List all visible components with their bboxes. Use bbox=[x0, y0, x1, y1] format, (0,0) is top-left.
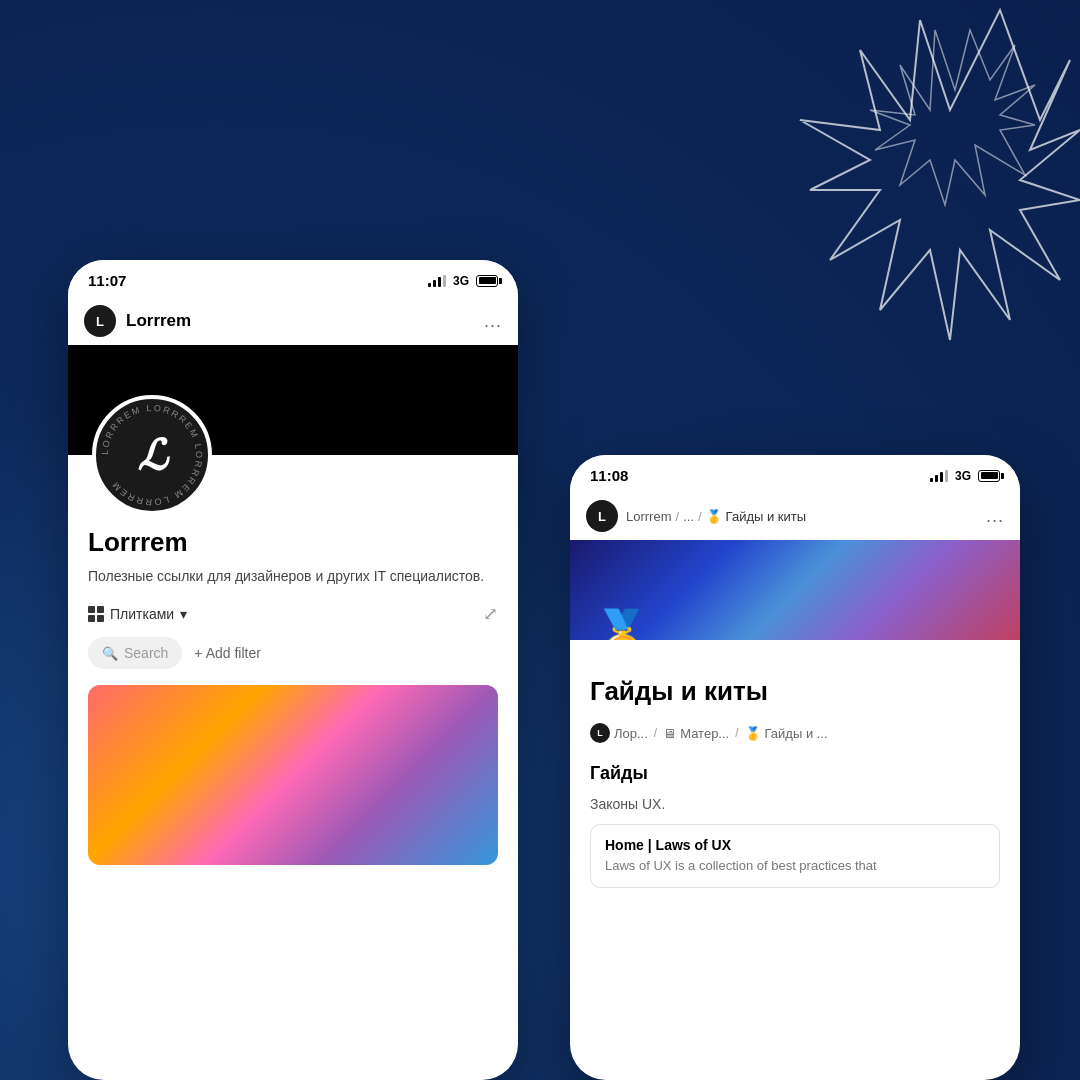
breadcrumb-dots: ... bbox=[683, 509, 694, 524]
card-image bbox=[88, 685, 498, 865]
mini-breadcrumb: L Лор... / 🖥 Матер... / 🥇 Гайды и ... bbox=[590, 723, 1000, 743]
section-title: Гайды и киты bbox=[590, 676, 1000, 707]
link-card[interactable]: Home | Laws of UX Laws of UX is a collec… bbox=[590, 824, 1000, 888]
mini-bc-guides: 🥇 Гайды и ... bbox=[745, 726, 828, 741]
signal-icon bbox=[428, 275, 446, 287]
search-placeholder: Search bbox=[124, 645, 168, 661]
phone-left: 11:07 3G L Lorrrem ... bbox=[68, 260, 518, 1080]
section-banner: 🥇 bbox=[570, 540, 1020, 640]
svg-rect-6 bbox=[97, 615, 104, 622]
guides-desc: Законы UX. bbox=[590, 796, 1000, 812]
view-toggle: Плитками ▾ ⤢ bbox=[88, 603, 498, 637]
profile-banner: LORRREM LORRREM LORRREM LORRREM ℒ bbox=[68, 345, 518, 455]
expand-icon[interactable]: ⤢ bbox=[483, 603, 498, 625]
guides-title: Гайды bbox=[590, 763, 1000, 784]
profile-logo: LORRREM LORRREM LORRREM LORRREM ℒ bbox=[92, 395, 212, 515]
app-header-right: L Lorrrem / ... / 🥇 Гайды и киты ... bbox=[570, 492, 1020, 540]
profile-desc: Полезные ссылки для дизайнеров и других … bbox=[88, 566, 498, 587]
mini-bc-avatar: L bbox=[590, 723, 610, 743]
view-tiles-button[interactable]: Плитками ▾ bbox=[88, 606, 187, 622]
network-right: 3G bbox=[955, 469, 971, 483]
avatar-right: L bbox=[586, 500, 618, 532]
breadcrumb-lorrrem: Lorrrem bbox=[626, 509, 672, 524]
battery-icon-left bbox=[476, 275, 498, 287]
more-button-left[interactable]: ... bbox=[484, 311, 502, 332]
app-header-left: L Lorrrem ... bbox=[68, 297, 518, 345]
logo-letter: ℒ bbox=[137, 431, 167, 480]
link-card-desc: Laws of UX is a collection of best pract… bbox=[605, 857, 985, 875]
signal-icon-right bbox=[930, 470, 948, 482]
profile-info: Lorrrem Полезные ссылки для дизайнеров и… bbox=[68, 455, 518, 889]
status-icons-left: 3G bbox=[428, 274, 498, 288]
search-input-wrap[interactable]: 🔍 Search bbox=[88, 637, 182, 669]
medal-icon: 🥇 bbox=[590, 607, 655, 640]
star-decoration bbox=[660, 0, 1080, 360]
grid-icon bbox=[88, 606, 104, 622]
svg-marker-1 bbox=[870, 30, 1035, 205]
banner-bg: 🥇 bbox=[570, 540, 1020, 640]
more-button-right[interactable]: ... bbox=[986, 506, 1004, 527]
svg-rect-4 bbox=[97, 606, 104, 613]
status-icons-right: 3G bbox=[930, 469, 1000, 483]
link-card-title: Home | Laws of UX bbox=[605, 837, 985, 853]
battery-icon-right bbox=[978, 470, 1000, 482]
breadcrumb-medal: 🥇 bbox=[706, 509, 722, 524]
app-title-left: Lorrrem bbox=[126, 311, 484, 331]
search-icon: 🔍 bbox=[102, 646, 118, 661]
time-right: 11:08 bbox=[590, 467, 628, 484]
add-filter-button[interactable]: + Add filter bbox=[194, 645, 261, 661]
avatar-left: L bbox=[84, 305, 116, 337]
svg-rect-5 bbox=[88, 615, 95, 622]
mini-bc-mater: 🖥 Матер... bbox=[663, 726, 729, 741]
phone-right: 11:08 3G L Lorrrem / ... / 🥇 Гайды bbox=[570, 455, 1020, 1080]
profile-name: Lorrrem bbox=[88, 527, 498, 558]
search-bar: 🔍 Search + Add filter bbox=[88, 637, 498, 685]
breadcrumb-nav: Lorrrem / ... / 🥇 Гайды и киты bbox=[626, 509, 986, 524]
network-left: 3G bbox=[453, 274, 469, 288]
svg-rect-3 bbox=[88, 606, 95, 613]
status-bar-right: 11:08 3G bbox=[570, 455, 1020, 492]
svg-marker-0 bbox=[800, 10, 1080, 340]
mini-bc-lorrrem: L Лор... bbox=[590, 723, 648, 743]
status-bar-left: 11:07 3G bbox=[68, 260, 518, 297]
gradient-preview bbox=[88, 685, 498, 865]
breadcrumb-guides: Гайды и киты bbox=[726, 509, 806, 524]
time-left: 11:07 bbox=[88, 272, 126, 289]
section-content: Гайды и киты L Лор... / 🖥 Матер... / 🥇 Г… bbox=[570, 640, 1020, 904]
